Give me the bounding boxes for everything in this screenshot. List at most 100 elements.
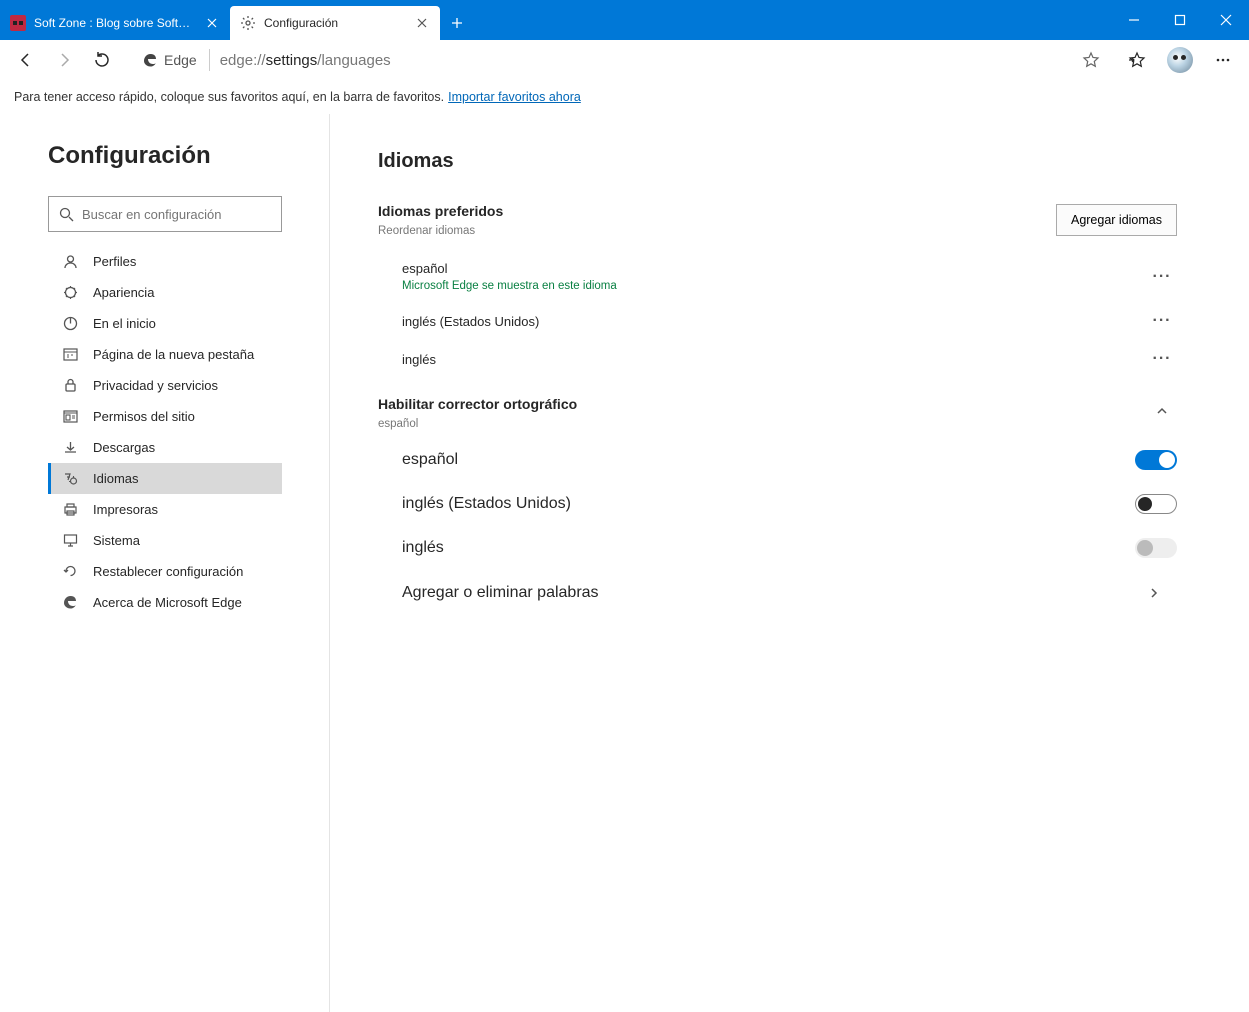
more-icon[interactable]: ··· <box>1147 312 1177 330</box>
sidebar-item-6[interactable]: Descargas <box>48 432 282 463</box>
language-row: inglés ··· <box>378 340 1177 378</box>
forward-button[interactable] <box>46 42 82 78</box>
nav-icon <box>61 315 79 332</box>
titlebar: Soft Zone : Blog sobre Software Configur… <box>0 0 1249 40</box>
sidebar-item-9[interactable]: Sistema <box>48 525 282 556</box>
nav-label: Impresoras <box>93 502 158 517</box>
nav-label: Privacidad y servicios <box>93 378 218 393</box>
nav-label: Página de la nueva pestaña <box>93 347 254 362</box>
sidebar-item-10[interactable]: Restablecer configuración <box>48 556 282 587</box>
search-input[interactable] <box>82 207 271 222</box>
nav-label: Descargas <box>93 440 155 455</box>
language-name: inglés (Estados Unidos) <box>402 314 539 329</box>
more-icon[interactable]: ··· <box>1147 350 1177 368</box>
language-row: inglés (Estados Unidos) ··· <box>378 302 1177 340</box>
close-icon[interactable] <box>204 15 220 31</box>
nav-label: Apariencia <box>93 285 154 300</box>
chevron-up-icon[interactable] <box>1147 396 1177 426</box>
spellcheck-row: español <box>378 438 1177 482</box>
bookmarks-hint-bar: Para tener acceso rápido, coloque sus fa… <box>0 80 1249 114</box>
favicon-softzone <box>10 15 26 31</box>
maximize-button[interactable] <box>1157 0 1203 40</box>
toggle-off[interactable] <box>1135 494 1177 514</box>
edge-identity: Edge <box>130 49 210 71</box>
spell-sub: español <box>378 418 577 430</box>
nav-icon <box>61 377 79 394</box>
toggle-disabled <box>1135 538 1177 558</box>
spellcheck-row: inglés <box>378 526 1177 570</box>
close-window-button[interactable] <box>1203 0 1249 40</box>
sidebar-title: Configuración <box>48 142 305 170</box>
sidebar-item-11[interactable]: Acerca de Microsoft Edge <box>48 587 282 618</box>
nav-label: Permisos del sitio <box>93 409 195 424</box>
back-button[interactable] <box>8 42 44 78</box>
nav-icon <box>61 532 79 549</box>
spell-lang-name: inglés (Estados Unidos) <box>402 495 571 513</box>
tab-title: Configuración <box>264 16 408 30</box>
url-text: edge://settings/languages <box>210 52 1073 69</box>
sidebar-item-2[interactable]: En el inicio <box>48 308 282 339</box>
import-favorites-link[interactable]: Importar favoritos ahora <box>448 90 581 104</box>
favorite-star-icon[interactable] <box>1073 42 1109 78</box>
add-languages-button[interactable]: Agregar idiomas <box>1056 204 1177 236</box>
close-icon[interactable] <box>414 15 430 31</box>
nav-label: Restablecer configuración <box>93 564 243 579</box>
toggle-on[interactable] <box>1135 450 1177 470</box>
preferred-sub: Reordenar idiomas <box>378 225 503 237</box>
profile-avatar[interactable] <box>1167 47 1193 73</box>
chevron-right-icon <box>1147 586 1177 600</box>
settings-content: Idiomas Idiomas preferidos Reordenar idi… <box>330 114 1249 1012</box>
sidebar-item-7[interactable]: Idiomas <box>48 463 282 494</box>
language-sub: Microsoft Edge se muestra en este idioma <box>402 280 617 292</box>
sidebar-item-8[interactable]: Impresoras <box>48 494 282 525</box>
nav-icon <box>61 563 79 580</box>
spell-lang-name: español <box>402 451 458 469</box>
edge-label-text: Edge <box>164 52 197 68</box>
sidebar-item-5[interactable]: Permisos del sitio <box>48 401 282 432</box>
sidebar-item-4[interactable]: Privacidad y servicios <box>48 370 282 401</box>
search-icon <box>59 207 74 222</box>
new-tab-button[interactable] <box>440 6 474 40</box>
add-remove-words-row[interactable]: Agregar o eliminar palabras <box>378 570 1177 616</box>
nav-label: Perfiles <box>93 254 136 269</box>
sidebar-item-1[interactable]: Apariencia <box>48 277 282 308</box>
minimize-button[interactable] <box>1111 0 1157 40</box>
nav-label: En el inicio <box>93 316 156 331</box>
more-icon[interactable]: ··· <box>1147 268 1177 286</box>
nav-label: Idiomas <box>93 471 139 486</box>
nav-icon <box>61 501 79 518</box>
gear-icon <box>240 15 256 31</box>
spell-lang-name: inglés <box>402 539 444 557</box>
nav-icon <box>61 253 79 270</box>
page-heading: Idiomas <box>378 150 1177 173</box>
words-label: Agregar o eliminar palabras <box>402 584 599 602</box>
toolbar: Edge edge://settings/languages <box>0 40 1249 80</box>
language-name: español <box>402 261 617 276</box>
settings-search[interactable] <box>48 196 282 232</box>
settings-sidebar: Configuración Perfiles Apariencia En el in… <box>0 114 330 1012</box>
favorites-button[interactable] <box>1119 42 1155 78</box>
spellcheck-header: Habilitar corrector ortográfico español <box>378 396 1177 430</box>
nav-icon <box>61 346 79 363</box>
language-row: español Microsoft Edge se muestra en este… <box>378 251 1177 302</box>
sidebar-item-0[interactable]: Perfiles <box>48 246 282 277</box>
bookmarks-hint-text: Para tener acceso rápido, coloque sus fa… <box>14 90 444 104</box>
address-bar[interactable]: Edge edge://settings/languages <box>130 44 1109 76</box>
sidebar-item-3[interactable]: Página de la nueva pestaña <box>48 339 282 370</box>
language-name: inglés <box>402 352 436 367</box>
tab-settings[interactable]: Configuración <box>230 6 440 40</box>
edge-icon <box>142 52 158 68</box>
nav-icon <box>61 594 79 611</box>
refresh-button[interactable] <box>84 42 120 78</box>
nav-icon <box>61 284 79 301</box>
menu-button[interactable] <box>1205 42 1241 78</box>
nav-label: Acerca de Microsoft Edge <box>93 595 242 610</box>
window-controls <box>1111 0 1249 40</box>
nav-icon <box>61 439 79 456</box>
tab-softzone[interactable]: Soft Zone : Blog sobre Software <box>0 6 230 40</box>
nav-icon <box>61 470 79 487</box>
spellcheck-row: inglés (Estados Unidos) <box>378 482 1177 526</box>
tab-title: Soft Zone : Blog sobre Software <box>34 16 198 30</box>
nav-list: Perfiles Apariencia En el inicio Página de … <box>48 246 305 618</box>
preferred-title: Idiomas preferidos <box>378 203 503 219</box>
